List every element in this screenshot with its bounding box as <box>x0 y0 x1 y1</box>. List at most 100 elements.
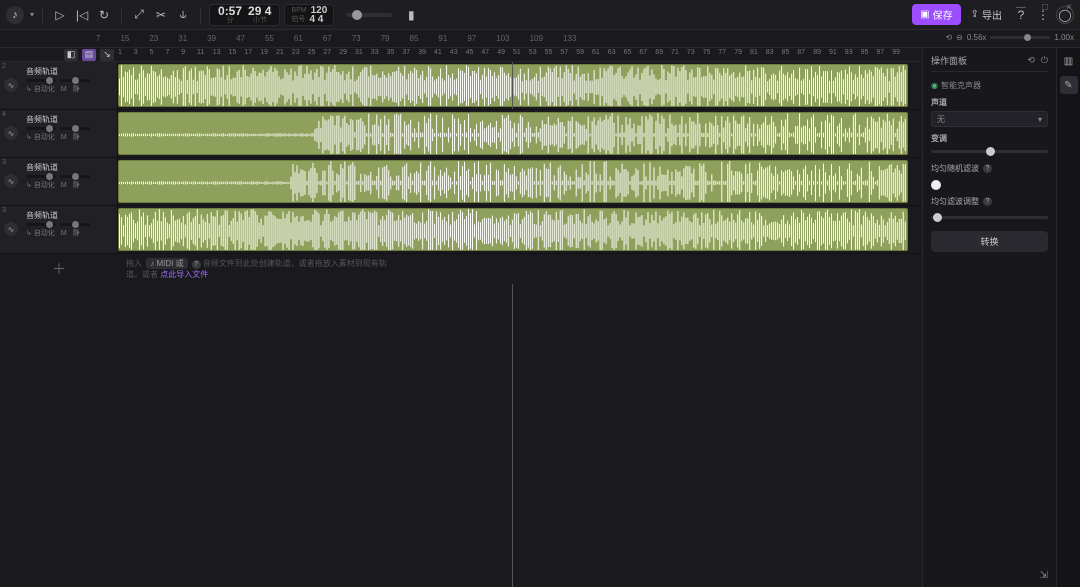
intensity-slider[interactable] <box>931 150 1048 153</box>
track-mute-button[interactable]: M <box>61 230 67 237</box>
panel-title: 操作面板 <box>931 54 967 67</box>
tool-select-button[interactable]: ⤢ <box>130 6 148 24</box>
side-tab-b[interactable]: ✎ <box>1060 76 1078 94</box>
save-button[interactable]: ▣保存 <box>912 4 960 25</box>
track-automation-button[interactable]: ↳ 自动化 <box>26 84 55 94</box>
playhead-lower[interactable] <box>512 284 513 587</box>
track-automation-button[interactable]: ↳ 自动化 <box>26 180 55 190</box>
track-type-icon[interactable]: ∿ <box>4 78 18 92</box>
export-label: 导出 <box>982 7 1002 22</box>
voice-select[interactable]: 无▾ <box>931 111 1048 127</box>
track-solo-button[interactable]: 静 <box>73 228 80 238</box>
track-automation-button[interactable]: ↳ 自动化 <box>26 228 55 238</box>
audio-clip[interactable] <box>118 160 908 203</box>
tool-snap-button[interactable]: ⫝ <box>174 6 192 24</box>
eq-help-icon[interactable]: ? <box>983 164 992 173</box>
ruler-tick: 65 <box>624 49 632 56</box>
skip-start-button[interactable]: |◁ <box>73 6 91 24</box>
ruler-tick: 39 <box>418 49 426 56</box>
track-pan-slider[interactable] <box>60 175 90 178</box>
time-display[interactable]: 0:57 分 29 4 小节 <box>209 4 280 26</box>
side-tab-a[interactable]: ▥ <box>1060 52 1078 70</box>
ruler-tick: 29 <box>339 49 347 56</box>
ruler-tick: 83 <box>766 49 774 56</box>
ruler-mode-a-button[interactable]: ◧ <box>64 49 78 61</box>
filter-help-icon[interactable]: ? <box>983 197 992 206</box>
panel-power-icon[interactable]: ⏻ <box>1041 55 1048 66</box>
track-volume-slider[interactable] <box>26 223 56 226</box>
track-volume-slider[interactable] <box>26 175 56 178</box>
add-track-row: ＋ 拖入 ♪ MIDI 或? 音频文件到此处创建轨道，或者拖放入素材到现有轨 道… <box>0 254 922 284</box>
track-clip-area[interactable] <box>118 158 922 205</box>
track-type-icon[interactable]: ∿ <box>4 126 18 140</box>
audio-clip[interactable] <box>118 64 908 107</box>
overview-bar[interactable]: 715233139475561677379859197103109133 <box>0 30 1080 48</box>
track-volume-slider[interactable] <box>26 79 56 82</box>
track-automation-button[interactable]: ↳ 自动化 <box>26 132 55 142</box>
overview-mark: 91 <box>438 34 447 43</box>
filter-slider[interactable] <box>931 216 1048 219</box>
panel-refresh-icon[interactable]: ⟲ <box>1027 55 1035 66</box>
win-max[interactable]: □ <box>1038 2 1052 13</box>
audio-clip[interactable] <box>118 208 908 251</box>
track-solo-button[interactable]: 静 <box>73 180 80 190</box>
empty-timeline-area[interactable] <box>0 284 922 587</box>
audio-clip[interactable] <box>118 112 908 155</box>
playhead[interactable] <box>512 62 513 109</box>
hint-help-icon[interactable]: ? <box>192 260 201 269</box>
ruler-tick: 25 <box>308 49 316 56</box>
track-type-icon[interactable]: ∿ <box>4 222 18 236</box>
track-name[interactable]: 音频轨道 <box>26 114 113 125</box>
eq-toggle[interactable] <box>931 180 941 190</box>
track-header[interactable]: 3∿音频轨道↳ 自动化M静 <box>0 158 118 205</box>
app-menu-chevron-icon[interactable]: ▾ <box>30 10 34 19</box>
zoom-sync-icon[interactable]: ⟲ <box>945 33 952 42</box>
master-volume-slider[interactable] <box>346 13 392 17</box>
import-link[interactable]: 点此导入文件 <box>160 270 208 279</box>
add-track-button[interactable]: ＋ <box>0 254 118 284</box>
ruler-tick: 41 <box>434 49 442 56</box>
metronome-button[interactable]: ▮ <box>402 6 420 24</box>
app-logo[interactable]: ♪ <box>6 6 24 24</box>
track-name[interactable]: 音频轨道 <box>26 162 113 173</box>
track-volume-slider[interactable] <box>26 127 56 130</box>
loop-button[interactable]: ↻ <box>95 6 113 24</box>
track-type-icon[interactable]: ∿ <box>4 174 18 188</box>
tool-cut-button[interactable]: ✂ <box>152 6 170 24</box>
export-button[interactable]: ⇪导出 <box>965 4 1008 25</box>
track-mute-button[interactable]: M <box>61 182 67 189</box>
ruler-mode-c-button[interactable]: ↘ <box>100 49 114 61</box>
track-clip-area[interactable] <box>118 110 922 157</box>
track-solo-button[interactable]: 静 <box>73 132 80 142</box>
win-close[interactable]: × <box>1062 2 1076 13</box>
timeline-ruler[interactable]: 1357911131517192123252729313335373941434… <box>118 48 922 61</box>
track-solo-button[interactable]: 静 <box>73 84 80 94</box>
track-name[interactable]: 音频轨道 <box>26 210 113 221</box>
win-min[interactable]: — <box>1014 2 1028 13</box>
track-clip-area[interactable] <box>118 206 922 253</box>
ruler-mode-b-button[interactable]: ▤ <box>82 49 96 61</box>
track-clip-area[interactable] <box>118 62 922 109</box>
play-button[interactable]: ▷ <box>51 6 69 24</box>
zoom-slider[interactable] <box>990 36 1050 39</box>
save-icon: ▣ <box>920 9 929 20</box>
track-pan-slider[interactable] <box>60 127 90 130</box>
ruler-tick: 73 <box>687 49 695 56</box>
tempo-display[interactable]: BPM120 拍号4 4 <box>284 4 334 26</box>
track-header[interactable]: 3∿音频轨道↳ 自动化M静 <box>0 206 118 253</box>
track-pan-slider[interactable] <box>60 223 90 226</box>
track-pan-slider[interactable] <box>60 79 90 82</box>
zoom-control[interactable]: ⟲ ⊖ 0.56x 1.00x <box>945 33 1074 42</box>
track-mute-button[interactable]: M <box>61 86 67 93</box>
convert-button[interactable]: 转换 <box>931 231 1048 252</box>
effect-name: 智能克声器 <box>941 80 981 91</box>
track-header[interactable]: 4∿音频轨道↳ 自动化M静 <box>0 110 118 157</box>
ruler-tick: 9 <box>181 49 185 56</box>
track-mute-button[interactable]: M <box>61 134 67 141</box>
panel-settings-icon[interactable]: ⇲ <box>1040 570 1048 581</box>
overview-mark: 61 <box>294 34 303 43</box>
track-name[interactable]: 音频轨道 <box>26 66 113 77</box>
right-panel: 操作面板 ⟲ ⏻ ◉智能克声器 声道 无▾ 变调 均匀随机滤波? 均匀滤波调整? <box>922 48 1080 587</box>
drop-hint: 拖入 ♪ MIDI 或? 音频文件到此处创建轨道，或者拖放入素材到现有轨 道。或… <box>118 254 922 284</box>
track-header[interactable]: 2∿音频轨道↳ 自动化M静 <box>0 62 118 109</box>
